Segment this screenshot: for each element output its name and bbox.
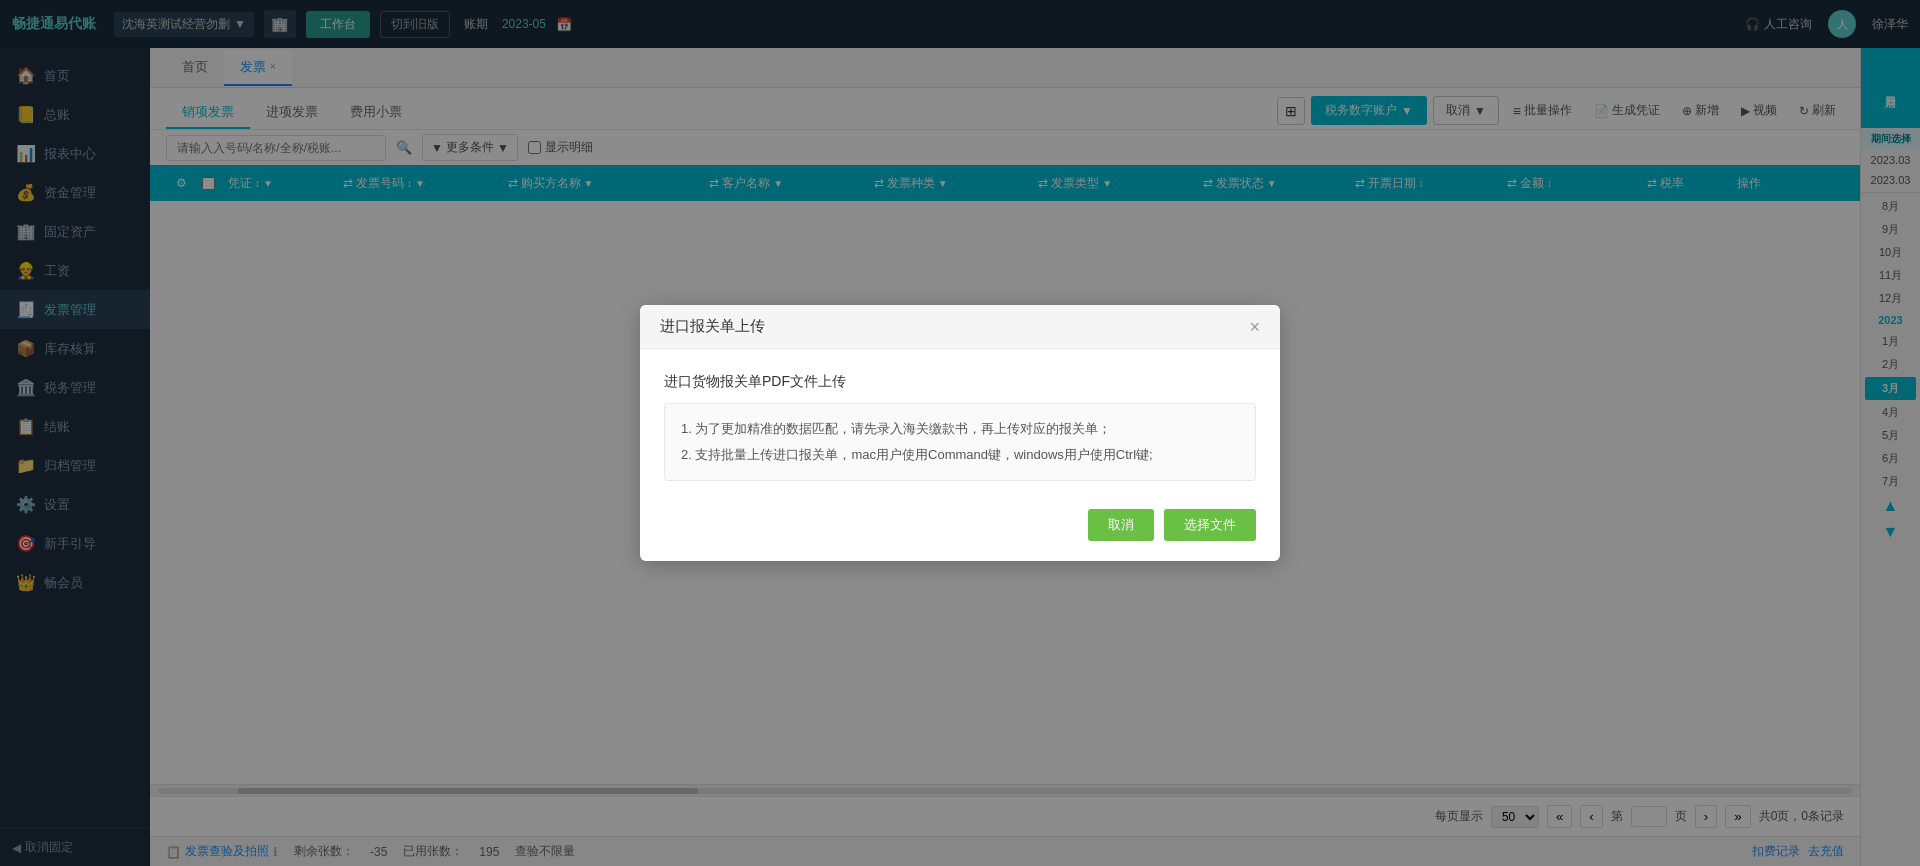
modal-select-file-btn[interactable]: 选择文件 [1164,509,1256,541]
modal-body: 进口货物报关单PDF文件上传 1. 为了更加精准的数据匹配，请先录入海关缴款书，… [640,349,1280,497]
modal-section-title: 进口货物报关单PDF文件上传 [664,373,1256,391]
modal-info-item-2: 2. 支持批量上传进口报关单，mac用户使用Command键，windows用户… [681,442,1239,468]
modal-cancel-btn[interactable]: 取消 [1088,509,1154,541]
import-modal: 进口报关单上传 × 进口货物报关单PDF文件上传 1. 为了更加精准的数据匹配，… [640,305,1280,561]
modal-title: 进口报关单上传 [660,317,765,336]
modal-overlay[interactable]: 进口报关单上传 × 进口货物报关单PDF文件上传 1. 为了更加精准的数据匹配，… [0,0,1920,866]
modal-close-btn[interactable]: × [1249,318,1260,336]
modal-info-box: 1. 为了更加精准的数据匹配，请先录入海关缴款书，再上传对应的报关单； 2. 支… [664,403,1256,481]
modal-footer: 取消 选择文件 [640,497,1280,561]
modal-header: 进口报关单上传 × [640,305,1280,349]
modal-info-item-1: 1. 为了更加精准的数据匹配，请先录入海关缴款书，再上传对应的报关单； [681,416,1239,442]
